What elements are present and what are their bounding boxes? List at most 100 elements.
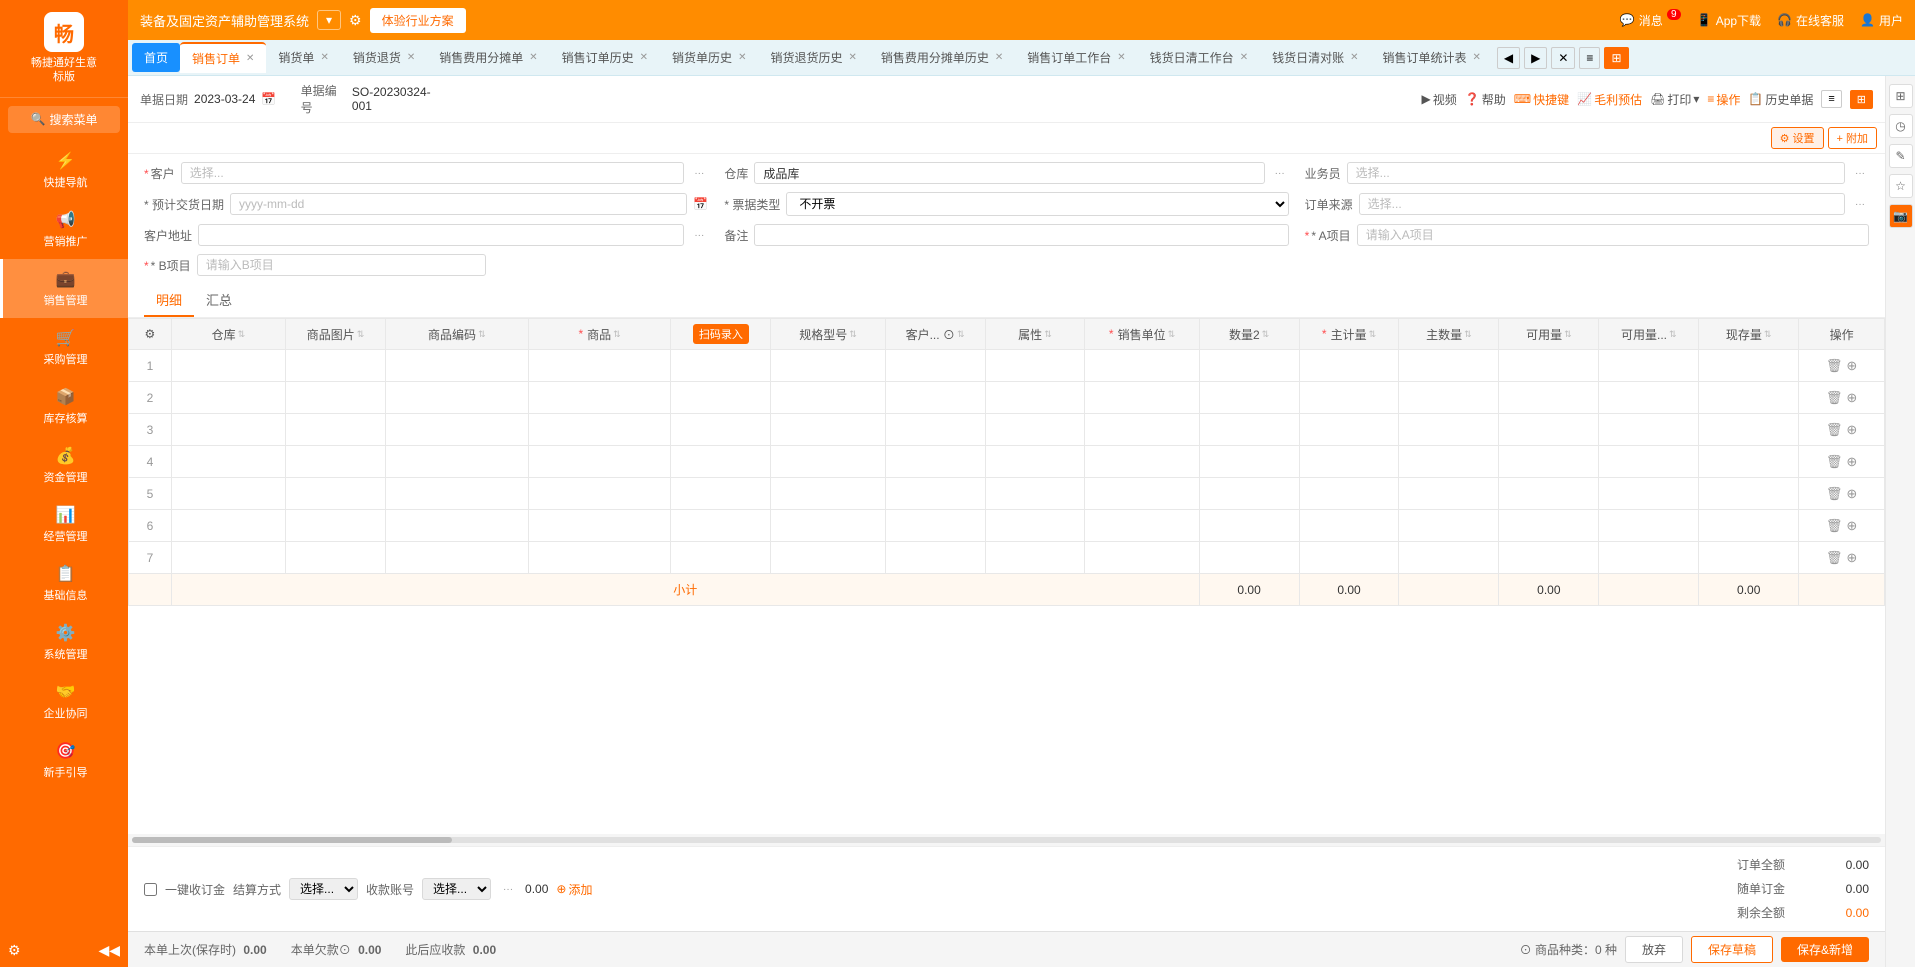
sidebar-item-guide[interactable]: 🎯 新手引导: [0, 731, 128, 790]
save-new-button[interactable]: 保存&新增: [1781, 937, 1869, 962]
row-image-1[interactable]: [286, 350, 386, 382]
app-dropdown-button[interactable]: ▾: [317, 10, 341, 30]
tab-sales-slip-history[interactable]: 销货单历史 ✕: [660, 43, 758, 72]
tab-close-icon[interactable]: ✕: [246, 53, 254, 64]
sidebar-item-marketing[interactable]: 📢 营销推广: [0, 200, 128, 259]
warehouse-ellipsis[interactable]: ···: [1271, 168, 1289, 179]
tab-sales-stats[interactable]: 销售订单统计表 ✕: [1370, 43, 1492, 72]
customer-input[interactable]: [181, 162, 685, 184]
rap-btn-2[interactable]: ◷: [1889, 114, 1913, 138]
tab-daily-reconcile[interactable]: 钱货日清对账 ✕: [1260, 43, 1370, 72]
tab-close-icon[interactable]: ✕: [529, 52, 537, 63]
tab-close-icon[interactable]: ✕: [1350, 52, 1358, 63]
tab-sales-return[interactable]: 销货退货 ✕: [341, 43, 427, 72]
delete-row-5-btn[interactable]: 🗑: [1826, 486, 1843, 502]
tab-close-icon[interactable]: ✕: [738, 52, 746, 63]
row-main-unit-1[interactable]: [1299, 350, 1399, 382]
tab-expense-history[interactable]: 销售费用分摊单历史 ✕: [869, 43, 1015, 72]
row-main-qty-1[interactable]: [1399, 350, 1499, 382]
one-key-checkbox[interactable]: [144, 883, 157, 896]
tab-close-icon[interactable]: ✕: [407, 52, 415, 63]
staff-ellipsis[interactable]: ···: [1851, 168, 1869, 179]
user-button[interactable]: 👤 用户: [1860, 12, 1903, 29]
help-action[interactable]: ❓ 帮助: [1465, 91, 1506, 108]
delete-row-4-btn[interactable]: 🗑: [1826, 454, 1843, 470]
profit-action[interactable]: 📈 毛利预估: [1577, 91, 1642, 108]
tab-sales-order[interactable]: 销售订单 ✕: [180, 42, 266, 73]
search-menu-button[interactable]: 🔍 搜索菜单: [8, 106, 120, 133]
row-scan-1[interactable]: [671, 350, 771, 382]
sidebar-item-quick[interactable]: ⚡ 快捷导航: [0, 141, 128, 200]
discard-button[interactable]: 放弃: [1625, 936, 1683, 963]
warehouse-input[interactable]: [754, 162, 1264, 184]
copy-row-5-btn[interactable]: ⊕: [1846, 486, 1857, 502]
delete-row-2-btn[interactable]: 🗑: [1826, 390, 1843, 406]
scan-btn[interactable]: 扫码录入: [693, 324, 749, 344]
rap-btn-4[interactable]: ☆: [1889, 174, 1913, 198]
grid-view-btn[interactable]: ⊞: [1850, 90, 1873, 109]
row-spec-1[interactable]: [771, 350, 885, 382]
print-action[interactable]: 🖨 打印 ▾: [1650, 91, 1699, 108]
message-button[interactable]: 💬 消息 9: [1620, 12, 1681, 29]
row-stock-1[interactable]: [1699, 350, 1799, 382]
copy-row-6-btn[interactable]: ⊕: [1846, 518, 1857, 534]
save-draft-button[interactable]: 保存草稿: [1691, 936, 1773, 963]
sidebar-item-purchase[interactable]: 🛒 采购管理: [0, 318, 128, 377]
collapse-btn[interactable]: ◀◀: [98, 942, 120, 959]
tab-close-icon[interactable]: ✕: [1117, 52, 1125, 63]
tab-daily-workbench[interactable]: 钱货日清工作台 ✕: [1138, 43, 1260, 72]
remark-input[interactable]: [754, 224, 1288, 246]
sidebar-item-business[interactable]: 📊 经营管理: [0, 495, 128, 554]
row-qty2-1[interactable]: [1199, 350, 1299, 382]
row-code-1[interactable]: [385, 350, 528, 382]
address-ellipsis[interactable]: ···: [690, 230, 708, 241]
row-available2-1[interactable]: [1599, 350, 1699, 382]
tab-close-icon[interactable]: ✕: [320, 52, 328, 63]
tab-next-button[interactable]: ▶: [1524, 47, 1547, 69]
copy-row-4-btn[interactable]: ⊕: [1846, 454, 1857, 470]
table-scrollbar[interactable]: [128, 834, 1885, 846]
calendar-icon[interactable]: 📅: [261, 92, 276, 106]
staff-input[interactable]: [1347, 162, 1845, 184]
tab-sales-return-history[interactable]: 销货退货历史 ✕: [758, 43, 868, 72]
settings-icon-btn[interactable]: ⚙: [8, 942, 21, 959]
detail-tab-summary[interactable]: 汇总: [194, 284, 244, 317]
rap-btn-5[interactable]: 📷: [1889, 204, 1913, 228]
tab-sales-expense[interactable]: 销售费用分摊单 ✕: [427, 43, 549, 72]
row-warehouse-2[interactable]: [171, 382, 285, 414]
order-source-input[interactable]: [1359, 193, 1845, 215]
tab-menu-button[interactable]: ≡: [1579, 47, 1600, 69]
row-warehouse-1[interactable]: [171, 350, 285, 382]
bank-account-select[interactable]: 选择...: [422, 878, 491, 900]
tab-close-icon[interactable]: ✕: [1240, 52, 1248, 63]
row-product-1[interactable]: [528, 350, 671, 382]
tab-prev-button[interactable]: ◀: [1497, 47, 1520, 69]
delete-row-6-btn[interactable]: 🗑: [1826, 518, 1843, 534]
tab-expand-button[interactable]: ⊞: [1604, 47, 1628, 69]
customer-ellipsis[interactable]: ···: [690, 168, 708, 179]
delete-row-7-btn[interactable]: 🗑: [1826, 550, 1843, 566]
tab-close-icon[interactable]: ✕: [848, 52, 856, 63]
copy-row-7-btn[interactable]: ⊕: [1846, 550, 1857, 566]
sidebar-item-inventory[interactable]: 📦 库存核算: [0, 377, 128, 436]
sidebar-item-base[interactable]: 📋 基础信息: [0, 554, 128, 613]
tab-close-icon[interactable]: ✕: [1473, 52, 1481, 63]
operation-action[interactable]: ≡ 操作: [1707, 91, 1740, 108]
addon-quick-btn[interactable]: + 附加: [1828, 127, 1877, 149]
b-project-input[interactable]: [197, 254, 486, 276]
copy-row-3-btn[interactable]: ⊕: [1846, 422, 1857, 438]
row-available-1[interactable]: [1499, 350, 1599, 382]
online-service-button[interactable]: 🎧 在线客服: [1777, 12, 1844, 29]
app-download-button[interactable]: 📱 App下载: [1697, 12, 1761, 29]
add-payment-link[interactable]: ⊕ 添加: [556, 881, 592, 898]
tab-sales-slip[interactable]: 销货单 ✕: [266, 43, 340, 72]
tab-close-all-button[interactable]: ✕: [1551, 47, 1575, 69]
delivery-calendar-icon[interactable]: 📅: [693, 197, 708, 211]
row-unit-1[interactable]: [1085, 350, 1199, 382]
bank-ellipsis[interactable]: ···: [499, 884, 517, 895]
list-view-btn[interactable]: ≡: [1821, 90, 1841, 108]
rap-btn-3[interactable]: ✎: [1889, 144, 1913, 168]
row-attr-1[interactable]: [985, 350, 1085, 382]
copy-row-1-btn[interactable]: ⊕: [1846, 358, 1857, 374]
copy-row-2-btn[interactable]: ⊕: [1846, 390, 1857, 406]
